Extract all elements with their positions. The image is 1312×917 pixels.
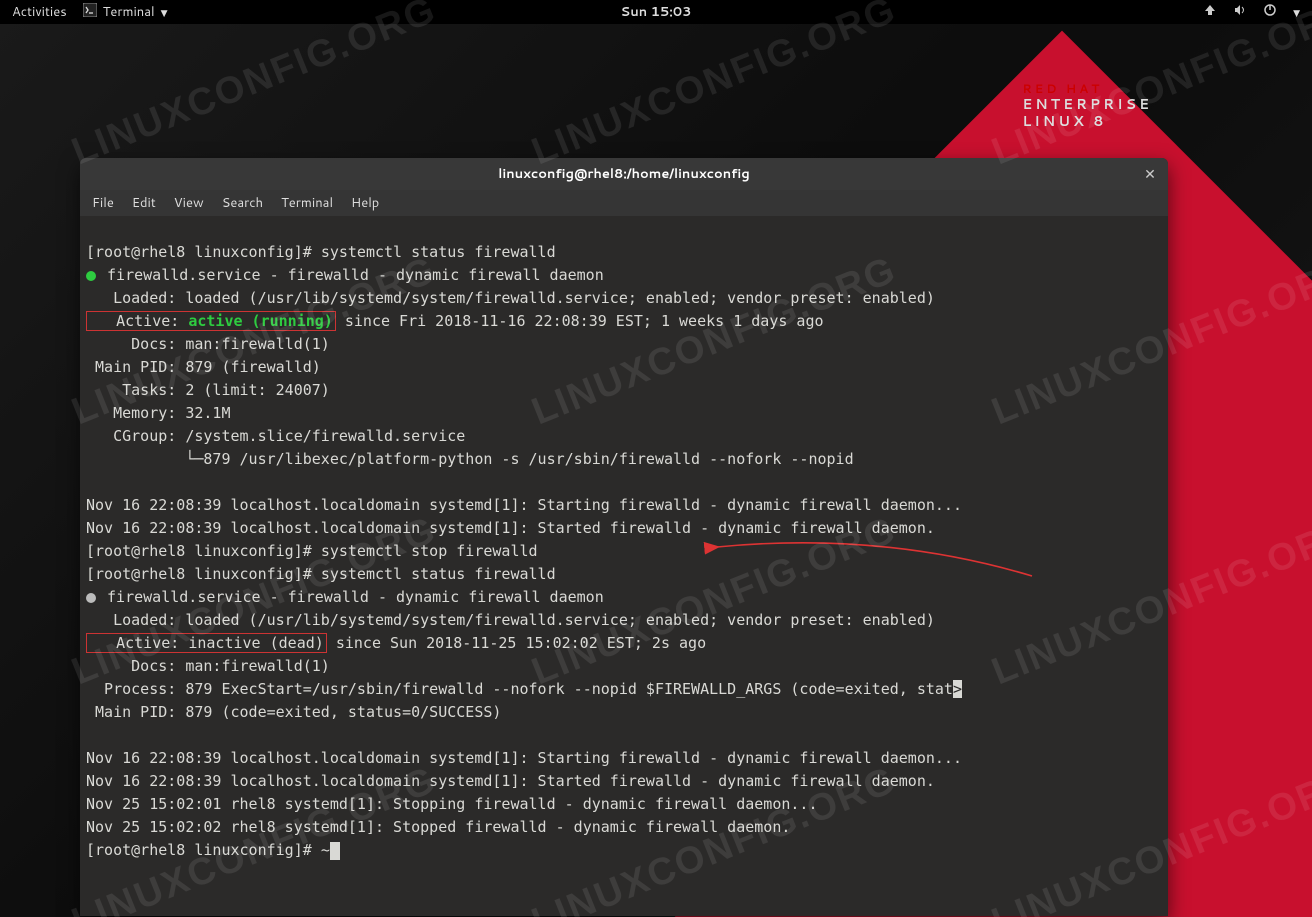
cgroup-line: CGroup: /system.slice/firewalld.service [86,427,465,445]
watermark: LINUXCONFIG.ORG [526,0,903,174]
menu-view[interactable]: View [174,194,204,212]
volume-icon[interactable] [1233,3,1247,22]
activities-button[interactable]: Activities [12,3,67,21]
status-dot-dead [86,593,96,603]
chevron-down-icon: ▼ [161,6,168,19]
log-line: Nov 16 22:08:39 localhost.localdomain sy… [86,772,935,790]
app-name: Terminal [103,3,155,21]
log-line: Nov 16 22:08:39 localhost.localdomain sy… [86,519,935,537]
status-dot-green [86,271,96,281]
desktop-background: Activities Terminal ▼ Sun 15:03 ▼ RE [0,0,1312,917]
process-line: Process: 879 ExecStart=/usr/sbin/firewal… [86,680,953,698]
network-icon[interactable] [1203,3,1217,22]
truncate-indicator: > [953,680,962,698]
service-line: firewalld.service - firewalld - dynamic … [107,588,604,606]
close-icon[interactable]: ✕ [1140,164,1160,184]
menu-search[interactable]: Search [222,194,263,212]
cgroup-child: └─879 /usr/libexec/platform-python -s /u… [86,450,854,468]
prompt: [root@rhel8 linuxconfig]# [86,243,312,261]
log-line: Nov 16 22:08:39 localhost.localdomain sy… [86,496,962,514]
terminal-icon [83,3,97,22]
command-1: systemctl status firewalld [321,243,556,261]
log-line: Nov 25 15:02:01 rhel8 systemd[1]: Stoppi… [86,795,818,813]
prompt: [root@rhel8 linuxconfig]# [86,542,312,560]
mainpid2-line: Main PID: 879 (code=exited, status=0/SUC… [86,703,501,721]
clock[interactable]: Sun 15:03 [621,3,692,21]
menu-help[interactable]: Help [351,194,379,212]
menu-edit[interactable]: Edit [132,194,156,212]
menubar: File Edit View Search Terminal Help [80,190,1168,216]
window-title: linuxconfig@rhel8:/home/linuxconfig [498,165,749,183]
terminal-window: linuxconfig@rhel8:/home/linuxconfig ✕ Fi… [80,158,1168,916]
menu-terminal[interactable]: Terminal [281,194,333,212]
watermark: LINUXCONFIG.ORG [66,0,443,174]
cursor [330,842,340,860]
log-line: Nov 25 15:02:02 rhel8 systemd[1]: Stoppe… [86,818,790,836]
menu-file[interactable]: File [92,194,114,212]
app-menu[interactable]: Terminal ▼ [83,3,168,22]
gnome-topbar: Activities Terminal ▼ Sun 15:03 ▼ [0,0,1312,24]
terminal-body[interactable]: [root@rhel8 linuxconfig]# systemctl stat… [80,216,1168,916]
log-line: Nov 16 22:08:39 localhost.localdomain sy… [86,749,962,767]
